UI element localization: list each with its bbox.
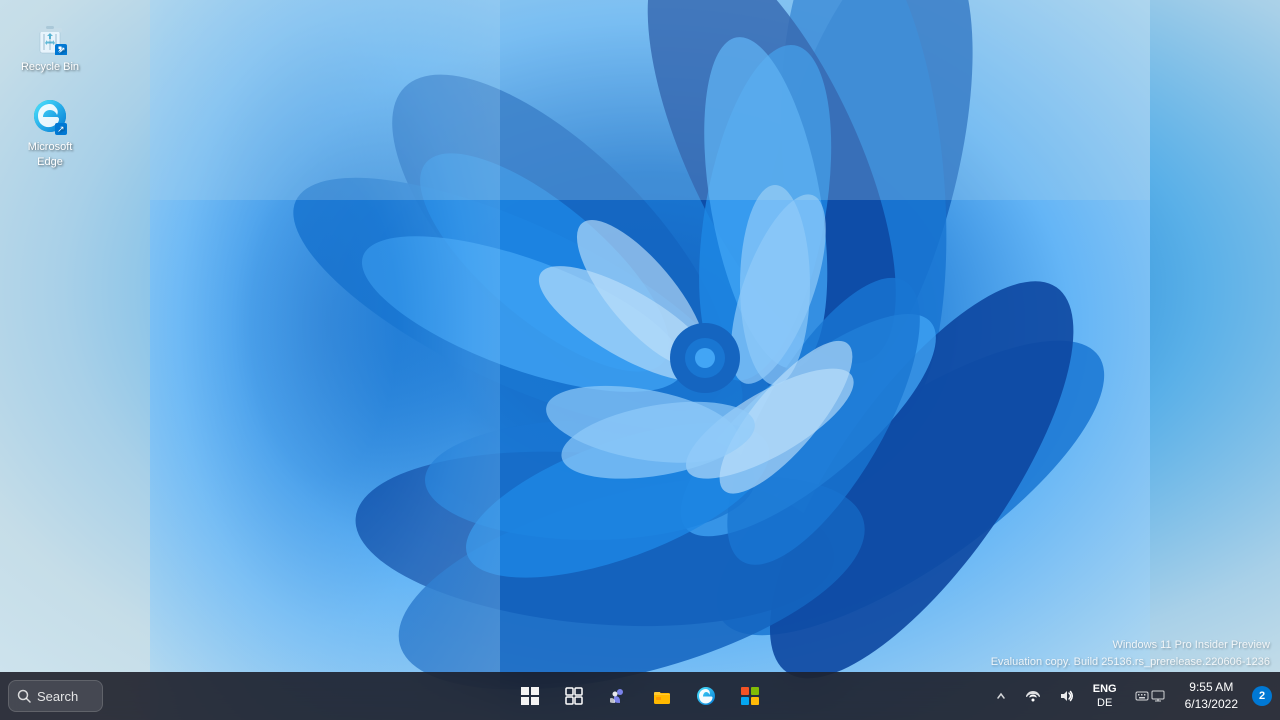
edge-taskbar-button[interactable] xyxy=(686,676,726,716)
file-explorer-icon xyxy=(652,686,672,706)
taskbar-left: Search xyxy=(8,680,989,712)
edge-icon[interactable]: ↗ Microsoft Edge xyxy=(10,90,90,175)
watermark: Windows 11 Pro Insider Preview Evaluatio… xyxy=(991,637,1270,670)
volume-button[interactable] xyxy=(1053,684,1081,708)
language-indicator[interactable]: ENG DE xyxy=(1087,680,1123,713)
search-icon xyxy=(17,689,31,703)
store-button[interactable] xyxy=(730,676,770,716)
svg-text:↗: ↗ xyxy=(58,45,66,55)
taskbar-center xyxy=(510,676,770,716)
search-button[interactable]: Search xyxy=(8,680,103,712)
recycle-bin-label: Recycle Bin xyxy=(21,60,79,74)
keyboard-icon xyxy=(1135,689,1149,703)
language-secondary: DE xyxy=(1097,696,1112,710)
notification-button[interactable]: 2 xyxy=(1252,686,1272,706)
clock-date: 6/13/2022 xyxy=(1185,696,1238,713)
system-icons-area[interactable] xyxy=(1129,685,1171,707)
teams-icon xyxy=(608,686,628,706)
display-icon xyxy=(1151,689,1165,703)
volume-icon xyxy=(1059,688,1075,704)
task-view-button[interactable] xyxy=(554,676,594,716)
chevron-up-icon xyxy=(996,691,1006,701)
notification-count: 2 xyxy=(1259,690,1265,702)
teams-button[interactable] xyxy=(598,676,638,716)
search-label: Search xyxy=(37,689,78,704)
edge-taskbar-icon xyxy=(696,686,716,706)
show-hidden-icons-button[interactable] xyxy=(989,676,1013,716)
file-explorer-button[interactable] xyxy=(642,676,682,716)
wallpaper-flower xyxy=(150,0,1150,720)
edge-label: Microsoft Edge xyxy=(16,140,84,169)
network-button[interactable] xyxy=(1019,684,1047,708)
svg-text:↗: ↗ xyxy=(57,124,65,134)
edge-image: ↗ xyxy=(30,96,70,136)
recycle-bin-image: ↗ xyxy=(30,16,70,56)
recycle-bin-icon[interactable]: ↗ Recycle Bin xyxy=(10,10,90,80)
task-view-icon xyxy=(565,687,583,705)
desktop: ↗ Recycle Bin xyxy=(0,0,1280,720)
clock-area[interactable]: 9:55 AM 6/13/2022 xyxy=(1177,677,1246,715)
desktop-icons: ↗ Recycle Bin xyxy=(10,10,90,175)
watermark-line2: Evaluation copy. Build 25136.rs_prerelea… xyxy=(991,654,1270,671)
watermark-line1: Windows 11 Pro Insider Preview xyxy=(991,637,1270,654)
clock-time: 9:55 AM xyxy=(1189,679,1233,696)
windows-logo-icon xyxy=(521,687,539,705)
network-icon xyxy=(1025,688,1041,704)
taskbar-right: ENG DE 9:55 AM xyxy=(989,676,1272,716)
store-icon xyxy=(740,686,760,706)
start-button[interactable] xyxy=(510,676,550,716)
language-primary: ENG xyxy=(1093,682,1117,696)
taskbar: Search xyxy=(0,672,1280,720)
